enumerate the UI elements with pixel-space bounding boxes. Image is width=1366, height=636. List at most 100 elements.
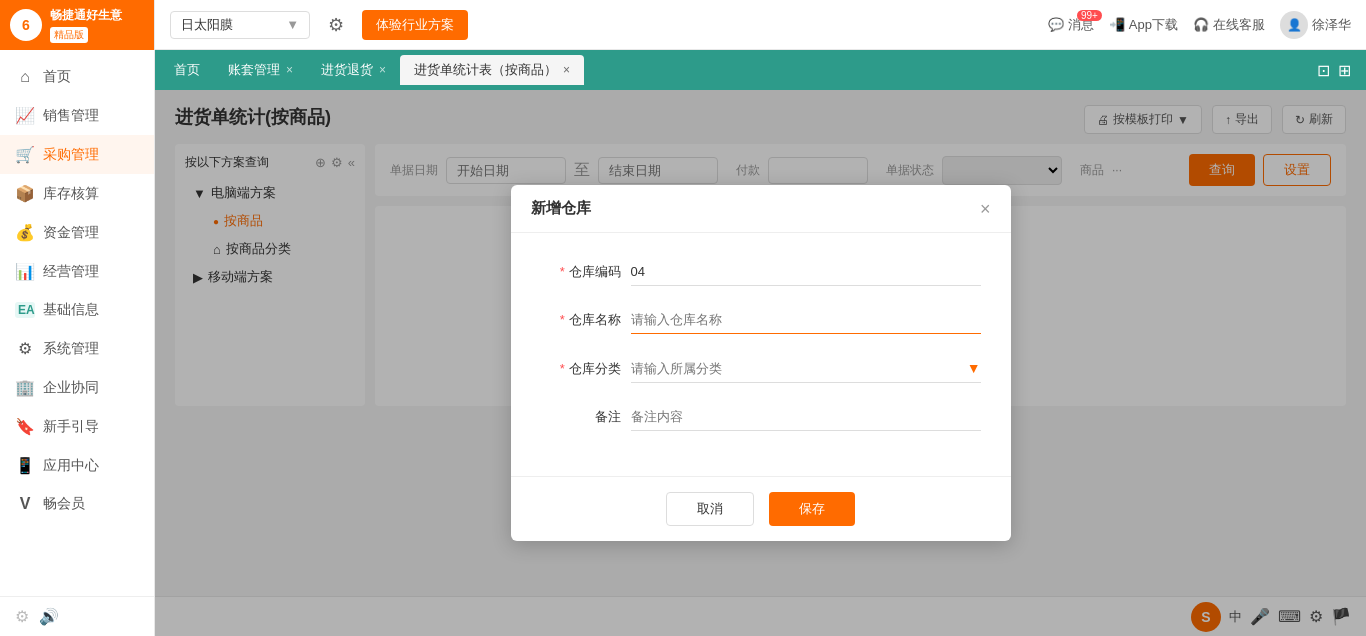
category-dropdown-icon[interactable]: ▼: [967, 360, 981, 376]
sidebar-item-home[interactable]: ⌂ 首页: [0, 58, 154, 96]
sidebar-item-inventory[interactable]: 📦 库存核算: [0, 174, 154, 213]
save-button[interactable]: 保存: [769, 492, 855, 526]
sidebar-label-home: 首页: [43, 68, 71, 86]
tab-purchase-return-label: 进货退货: [321, 61, 373, 79]
tab-purchase-stat-close-icon[interactable]: ×: [563, 63, 570, 77]
form-row-remark: 备注: [541, 403, 981, 431]
warehouse-code-input[interactable]: [631, 258, 981, 286]
sidebar-item-finance[interactable]: 💰 资金管理: [0, 213, 154, 252]
inventory-icon: 📦: [15, 184, 35, 203]
store-selector[interactable]: 日太阳膜 ▼: [170, 11, 310, 39]
tab-purchase-return[interactable]: 进货退货 ×: [307, 55, 400, 85]
top-header: 日太阳膜 ▼ ⚙ 体验行业方案 💬 消息 99+ 📲 App下载 🎧 在线客服 …: [155, 0, 1366, 50]
sidebar-item-sales[interactable]: 📈 销售管理: [0, 96, 154, 135]
settings-button[interactable]: ⚙: [320, 9, 352, 41]
sidebar-item-vip[interactable]: V 畅会员: [0, 485, 154, 523]
form-row-name: 仓库名称: [541, 306, 981, 334]
sidebar-label-inventory: 库存核算: [43, 185, 99, 203]
tab-account[interactable]: 账套管理 ×: [214, 55, 307, 85]
modal-dialog: 新增仓库 × 仓库编码 仓库名称 仓库分类: [511, 185, 1011, 541]
user-avatar: 👤: [1280, 11, 1308, 39]
sidebar: 6 畅捷通好生意 精品版 ⌂ 首页 📈 销售管理 🛒 采购管理 📦 库存核算 💰…: [0, 0, 155, 636]
tab-purchase-stat[interactable]: 进货单统计表（按商品） ×: [400, 55, 584, 85]
sidebar-footer: ⚙ 🔊: [0, 596, 154, 636]
modal-title: 新增仓库: [531, 199, 591, 218]
guide-icon: 🔖: [15, 417, 35, 436]
tab-account-label: 账套管理: [228, 61, 280, 79]
name-label: 仓库名称: [541, 311, 621, 329]
sidebar-item-app[interactable]: 📱 应用中心: [0, 446, 154, 485]
warehouse-remark-input[interactable]: [631, 403, 981, 431]
remark-label: 备注: [541, 408, 621, 426]
user-name: 徐泽华: [1312, 16, 1351, 34]
settings-footer-icon[interactable]: ⚙: [15, 607, 29, 626]
sidebar-label-finance: 资金管理: [43, 224, 99, 242]
tab-home-label: 首页: [174, 61, 200, 79]
home-icon: ⌂: [15, 68, 35, 86]
app-download-icon: 📲: [1109, 17, 1125, 32]
sidebar-item-guide[interactable]: 🔖 新手引导: [0, 407, 154, 446]
trial-button[interactable]: 体验行业方案: [362, 10, 468, 40]
message-button[interactable]: 💬 消息 99+: [1048, 16, 1094, 34]
sidebar-item-enterprise[interactable]: 🏢 企业协同: [0, 368, 154, 407]
page-content: 进货单统计(按商品) 🖨 按模板打印 ▼ ↑ 导出 ↻ 刷新 按以下方案查询: [155, 90, 1366, 636]
modal-header: 新增仓库 ×: [511, 185, 1011, 233]
dropdown-arrow-icon: ▼: [286, 17, 299, 32]
form-row-code: 仓库编码: [541, 258, 981, 286]
store-name: 日太阳膜: [181, 16, 233, 34]
tab-bar-right: ⊡ ⊞: [1317, 61, 1361, 80]
warehouse-category-input[interactable]: [631, 361, 967, 376]
header-right: 💬 消息 99+ 📲 App下载 🎧 在线客服 👤 徐泽华: [1048, 11, 1351, 39]
sidebar-item-purchase[interactable]: 🛒 采购管理: [0, 135, 154, 174]
modal-body: 仓库编码 仓库名称 仓库分类 ▼: [511, 233, 1011, 476]
sidebar-label-app: 应用中心: [43, 457, 99, 475]
enterprise-icon: 🏢: [15, 378, 35, 397]
category-select-wrapper: ▼: [631, 354, 981, 383]
base-icon: EA: [15, 302, 35, 318]
operation-icon: 📊: [15, 262, 35, 281]
tab-fullscreen-icon[interactable]: ⊞: [1338, 61, 1351, 80]
app-download-button[interactable]: 📲 App下载: [1109, 16, 1178, 34]
tab-purchase-stat-label: 进货单统计表（按商品）: [414, 61, 557, 79]
sidebar-item-base[interactable]: EA 基础信息: [0, 291, 154, 329]
sidebar-label-enterprise: 企业协同: [43, 379, 99, 397]
volume-icon[interactable]: 🔊: [39, 607, 59, 626]
logo-title: 畅捷通好生意: [50, 7, 122, 24]
tab-restore-icon[interactable]: ⊡: [1317, 61, 1330, 80]
finance-icon: 💰: [15, 223, 35, 242]
main-area: 日太阳膜 ▼ ⚙ 体验行业方案 💬 消息 99+ 📲 App下载 🎧 在线客服 …: [155, 0, 1366, 636]
sidebar-item-system[interactable]: ⚙ 系统管理: [0, 329, 154, 368]
modal-overlay: 新增仓库 × 仓库编码 仓库名称 仓库分类: [155, 90, 1366, 636]
sidebar-item-operation[interactable]: 📊 经营管理: [0, 252, 154, 291]
modal-footer: 取消 保存: [511, 476, 1011, 541]
sidebar-label-operation: 经营管理: [43, 263, 99, 281]
message-badge: 99+: [1077, 10, 1102, 21]
message-icon: 💬: [1048, 17, 1064, 32]
form-row-category: 仓库分类 ▼: [541, 354, 981, 383]
sidebar-label-purchase: 采购管理: [43, 146, 99, 164]
tab-purchase-return-close-icon[interactable]: ×: [379, 63, 386, 77]
warehouse-name-input[interactable]: [631, 306, 981, 334]
user-menu[interactable]: 👤 徐泽华: [1280, 11, 1351, 39]
sidebar-label-guide: 新手引导: [43, 418, 99, 436]
online-service-label: 在线客服: [1213, 16, 1265, 34]
sidebar-label-vip: 畅会员: [43, 495, 85, 513]
tab-account-close-icon[interactable]: ×: [286, 63, 293, 77]
cancel-button[interactable]: 取消: [666, 492, 754, 526]
sidebar-logo: 6 畅捷通好生意 精品版: [0, 0, 154, 50]
app-icon: 📱: [15, 456, 35, 475]
code-label: 仓库编码: [541, 263, 621, 281]
app-download-label: App下载: [1129, 16, 1178, 34]
sidebar-label-sales: 销售管理: [43, 107, 99, 125]
logo-text-area: 畅捷通好生意 精品版: [50, 7, 122, 43]
vip-icon: V: [15, 495, 35, 513]
system-icon: ⚙: [15, 339, 35, 358]
sidebar-label-system: 系统管理: [43, 340, 99, 358]
sidebar-label-base: 基础信息: [43, 301, 99, 319]
online-service-button[interactable]: 🎧 在线客服: [1193, 16, 1265, 34]
logo-badge: 精品版: [50, 27, 88, 43]
tab-home[interactable]: 首页: [160, 55, 214, 85]
modal-close-button[interactable]: ×: [980, 200, 991, 218]
category-label: 仓库分类: [541, 360, 621, 378]
headset-icon: 🎧: [1193, 17, 1209, 32]
